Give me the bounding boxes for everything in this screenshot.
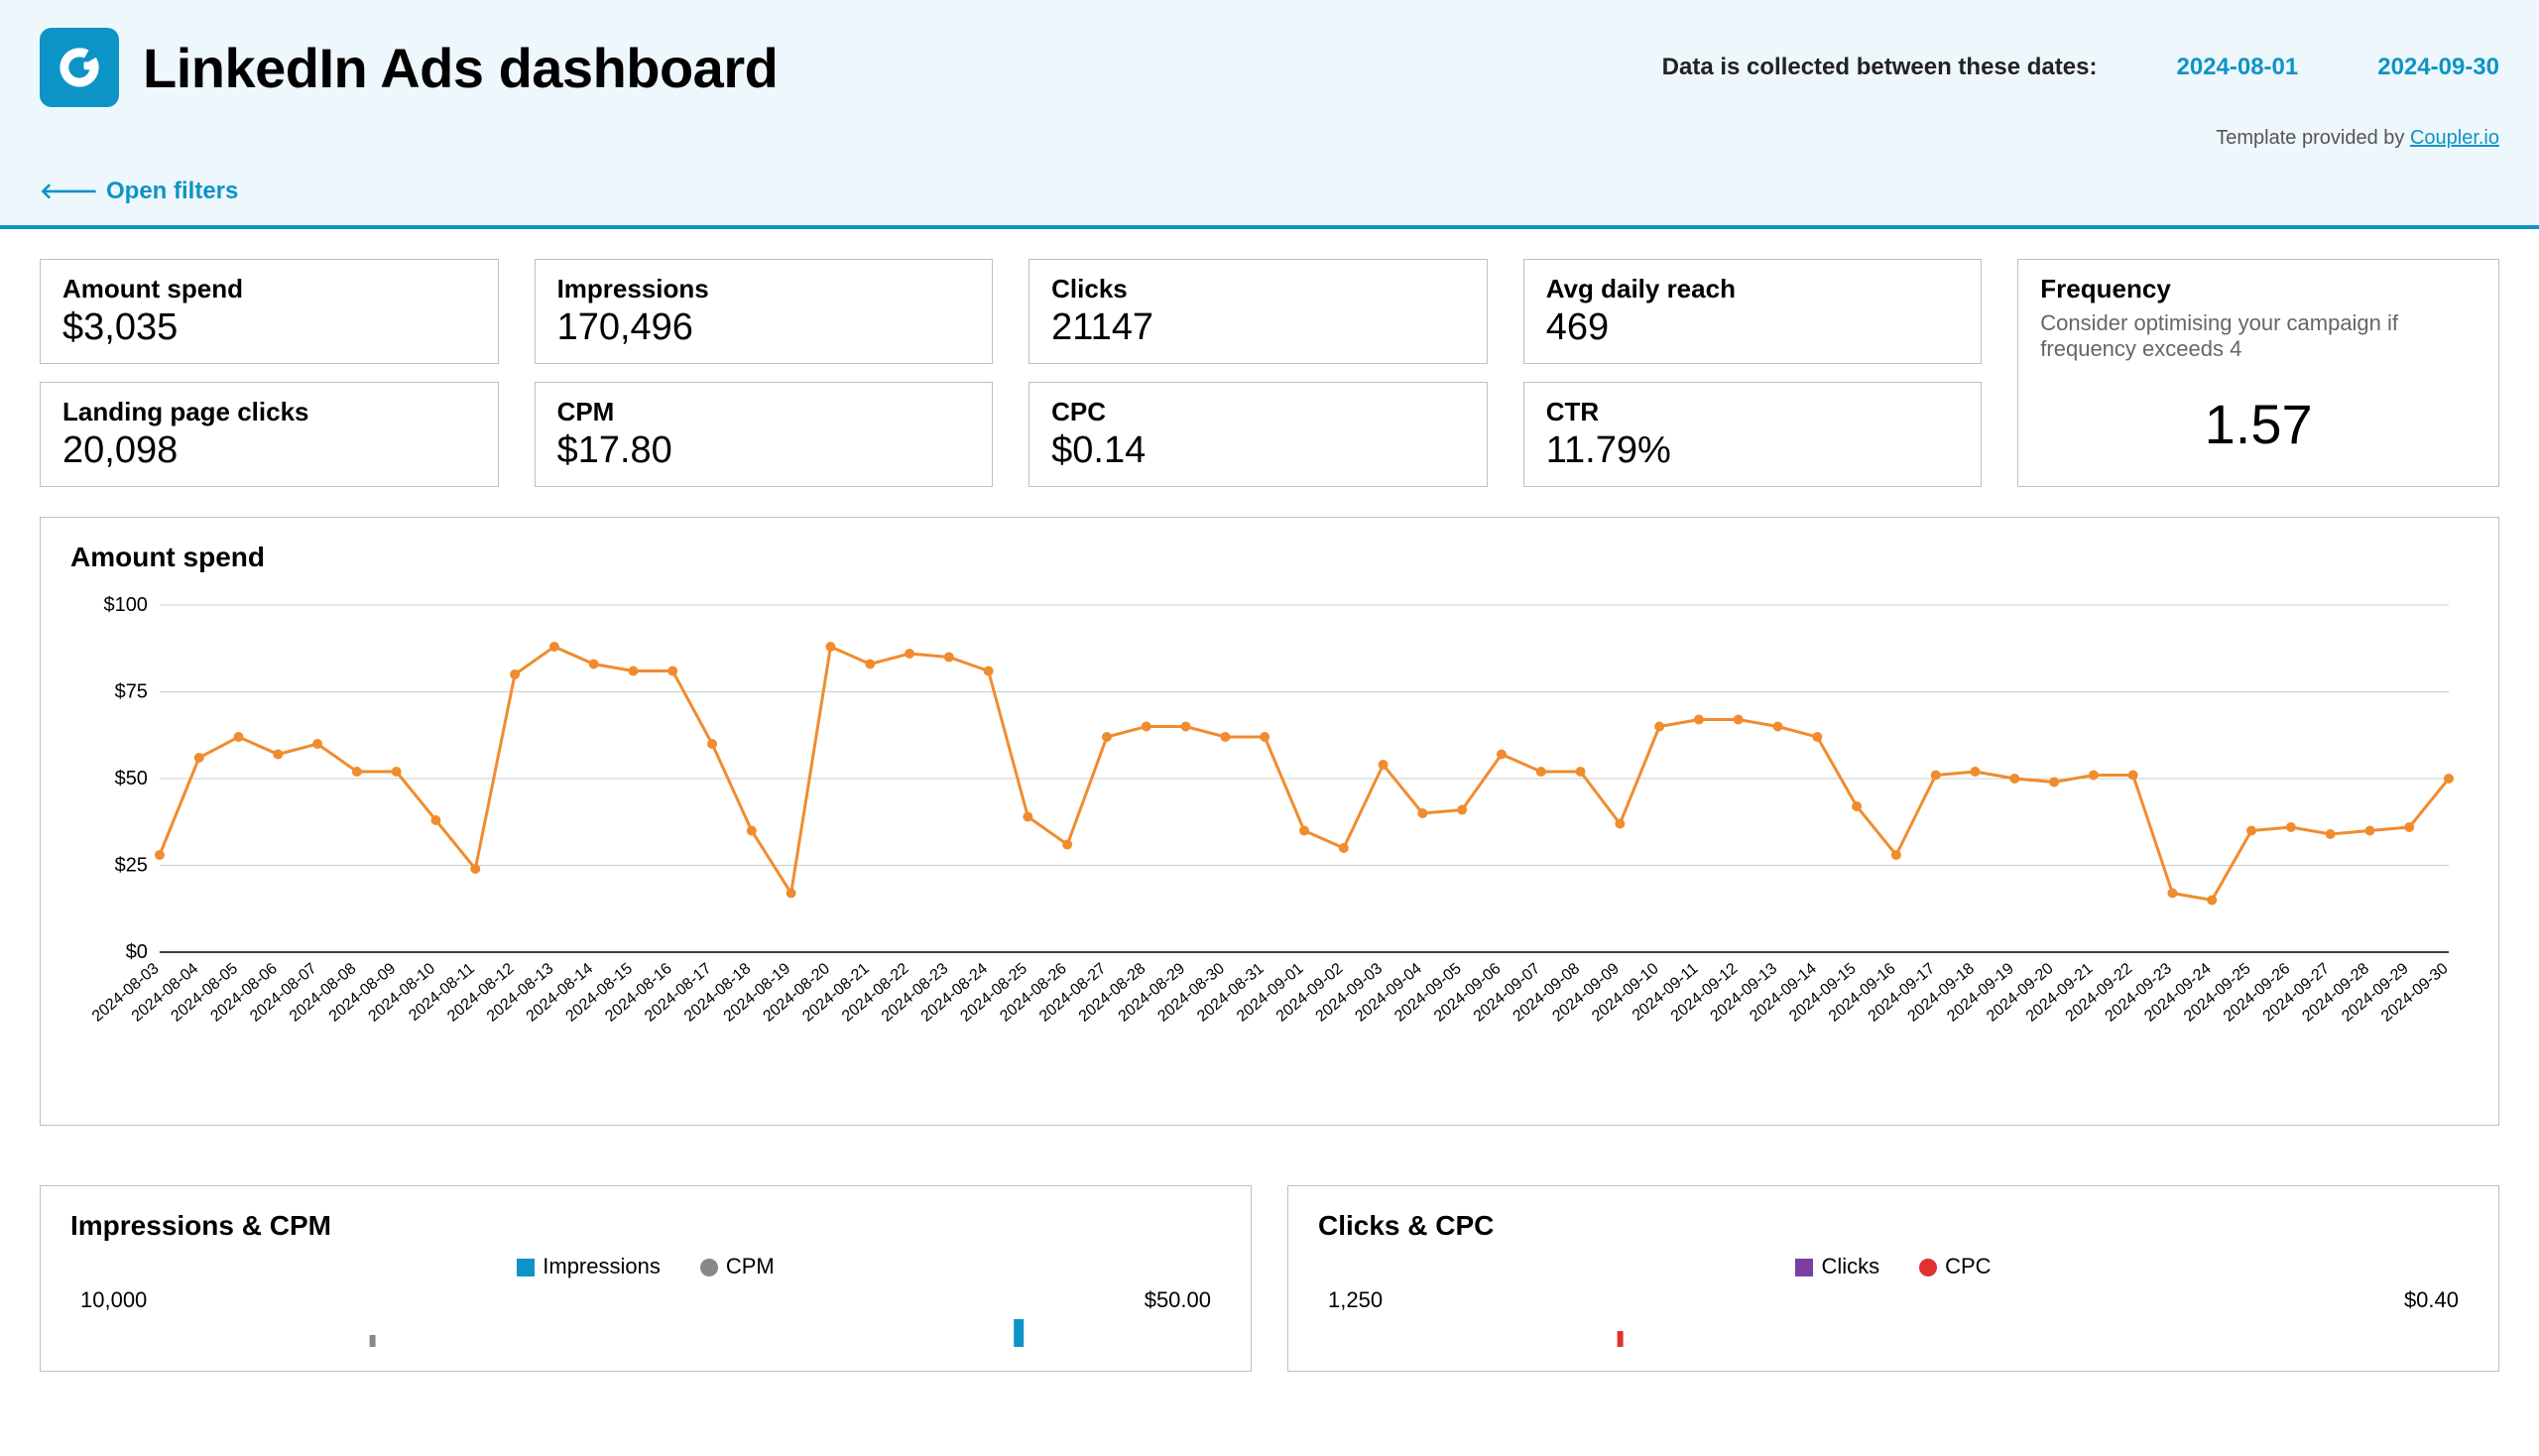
- axis-row: 10,000 $50.00: [70, 1287, 1221, 1313]
- legend-item-cpc: CPC: [1919, 1254, 1991, 1279]
- legend-item-cpm: CPM: [700, 1254, 775, 1279]
- kpi-clicks: Clicks 21147: [1028, 259, 1488, 364]
- legend-item-clicks: Clicks: [1795, 1254, 1879, 1279]
- mini-chart-svg: [1318, 1313, 2469, 1347]
- spend-chart-panel: Amount spend $0$25$50$75$1002024-08-0320…: [40, 517, 2499, 1126]
- template-credit: Template provided by Coupler.io: [40, 127, 2499, 150]
- kpi-value: 170,496: [557, 306, 971, 349]
- coupler-logo-icon: [40, 28, 119, 107]
- title-left: LinkedIn Ads dashboard: [40, 28, 778, 107]
- axis-row: 1,250 $0.40: [1318, 1287, 2469, 1313]
- kpi-label: Amount spend: [62, 274, 476, 304]
- svg-text:$25: $25: [115, 854, 148, 876]
- kpi-value: 469: [1546, 306, 1960, 349]
- kpi-ctr: CTR 11.79%: [1523, 382, 1983, 487]
- kpi-value: $3,035: [62, 306, 476, 349]
- legend-label: Clicks: [1821, 1254, 1879, 1278]
- kpi-value: $17.80: [557, 429, 971, 472]
- spend-chart-title: Amount spend: [70, 542, 2469, 573]
- coupler-link[interactable]: Coupler.io: [2410, 127, 2499, 149]
- legend-label: CPC: [1945, 1254, 1991, 1278]
- open-filters-button[interactable]: Open filters: [40, 178, 238, 205]
- kpi-landing-clicks: Landing page clicks 20,098: [40, 382, 499, 487]
- kpi-value: $0.14: [1051, 429, 1465, 472]
- circle-icon: [700, 1259, 718, 1276]
- spend-chart-svg: $0$25$50$75$1002024-08-032024-08-042024-…: [70, 585, 2469, 1101]
- impressions-cpm-panel: Impressions & CPM Impressions CPM 10,000…: [40, 1185, 1252, 1372]
- svg-text:$75: $75: [115, 680, 148, 702]
- kpi-label: CTR: [1546, 397, 1960, 427]
- kpi-value: 21147: [1051, 306, 1465, 349]
- right-axis-tick: $0.40: [2404, 1287, 2459, 1313]
- kpi-grid: Amount spend $3,035 Impressions 170,496 …: [40, 259, 2499, 487]
- legend-item-impressions: Impressions: [517, 1254, 661, 1279]
- panel-title: Clicks & CPC: [1318, 1210, 2469, 1242]
- kpi-impressions: Impressions 170,496: [535, 259, 994, 364]
- square-icon: [1795, 1259, 1813, 1276]
- header: LinkedIn Ads dashboard Data is collected…: [0, 0, 2539, 229]
- left-axis-tick: 10,000: [80, 1287, 147, 1313]
- mini-chart-svg: [70, 1313, 1221, 1347]
- kpi-value: 1.57: [2040, 392, 2477, 456]
- mini-chart-body: [1318, 1313, 2469, 1347]
- template-credit-prefix: Template provided by: [2216, 127, 2410, 149]
- mini-chart-body: [70, 1313, 1221, 1347]
- kpi-amount-spend: Amount spend $3,035: [40, 259, 499, 364]
- svg-text:$100: $100: [103, 594, 147, 616]
- kpi-frequency: Frequency Consider optimising your campa…: [2017, 259, 2499, 487]
- kpi-label: CPM: [557, 397, 971, 427]
- kpi-avg-reach: Avg daily reach 469: [1523, 259, 1983, 364]
- content: Amount spend $3,035 Impressions 170,496 …: [0, 229, 2539, 1401]
- legend-label: Impressions: [543, 1254, 661, 1278]
- spend-chart: $0$25$50$75$1002024-08-032024-08-042024-…: [70, 585, 2469, 1101]
- kpi-label: Avg daily reach: [1546, 274, 1960, 304]
- kpi-cpm: CPM $17.80: [535, 382, 994, 487]
- kpi-label: Impressions: [557, 274, 971, 304]
- date-end: 2024-09-30: [2377, 54, 2499, 81]
- right-axis-tick: $50.00: [1145, 1287, 1211, 1313]
- date-range: Data is collected between these dates: 2…: [1662, 54, 2499, 81]
- kpi-value: 20,098: [62, 429, 476, 472]
- svg-text:$0: $0: [126, 941, 148, 963]
- circle-icon: [1919, 1259, 1937, 1276]
- kpi-value: 11.79%: [1546, 429, 1960, 472]
- svg-text:$50: $50: [115, 768, 148, 789]
- kpi-label: Clicks: [1051, 274, 1465, 304]
- title-row: LinkedIn Ads dashboard Data is collected…: [40, 28, 2499, 107]
- legend: Clicks CPC: [1318, 1254, 2469, 1279]
- page-title: LinkedIn Ads dashboard: [143, 36, 778, 100]
- clicks-cpc-panel: Clicks & CPC Clicks CPC 1,250 $0.40: [1287, 1185, 2499, 1372]
- legend-label: CPM: [726, 1254, 775, 1278]
- kpi-cpc: CPC $0.14: [1028, 382, 1488, 487]
- date-range-label: Data is collected between these dates:: [1662, 54, 2098, 81]
- square-icon: [517, 1259, 535, 1276]
- kpi-label: Frequency: [2040, 274, 2477, 304]
- bottom-row: Impressions & CPM Impressions CPM 10,000…: [40, 1155, 2499, 1372]
- left-axis-tick: 1,250: [1328, 1287, 1383, 1313]
- kpi-label: CPC: [1051, 397, 1465, 427]
- kpi-subtext: Consider optimising your campaign if fre…: [2040, 310, 2477, 362]
- panel-title: Impressions & CPM: [70, 1210, 1221, 1242]
- kpi-label: Landing page clicks: [62, 397, 476, 427]
- legend: Impressions CPM: [70, 1254, 1221, 1279]
- date-start: 2024-08-01: [2176, 54, 2298, 81]
